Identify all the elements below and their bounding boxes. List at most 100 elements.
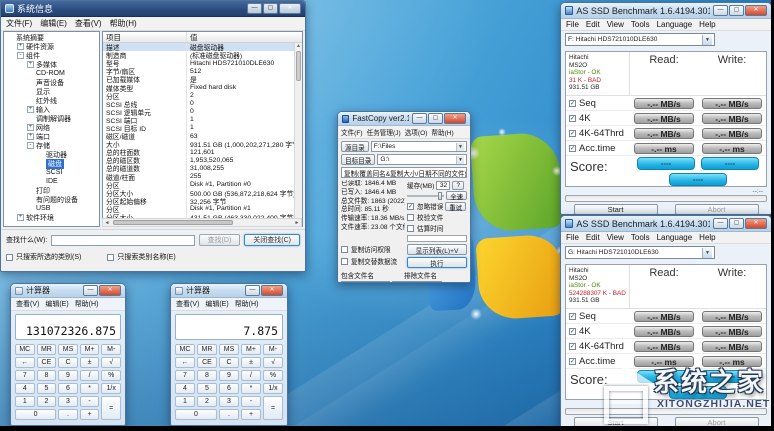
menu-item[interactable]: Language [657, 233, 693, 242]
calc-key[interactable]: MR [197, 344, 217, 355]
calc-key[interactable]: 4 [175, 383, 195, 394]
full-speed-button[interactable]: 全速 [446, 191, 467, 200]
calc-key[interactable]: - [80, 396, 100, 407]
scroll-right-arrow-icon[interactable]: ► [293, 220, 301, 226]
menu-item[interactable]: 文件(F) [341, 127, 363, 137]
menu-item[interactable]: Help [699, 233, 715, 242]
menu-item[interactable]: View [607, 233, 624, 242]
close-button[interactable]: ✕ [279, 3, 301, 14]
menu-item[interactable]: File [566, 233, 579, 242]
calc-key[interactable]: / [80, 370, 100, 381]
test-checkbox[interactable] [569, 100, 576, 107]
dest-path-combo[interactable]: G:\▼ [377, 154, 467, 165]
source-dir-button[interactable]: 源目录 [341, 141, 369, 152]
calc-key[interactable]: M+ [80, 344, 100, 355]
calc-key[interactable]: MR [37, 344, 57, 355]
calc-key[interactable]: ± [241, 357, 261, 368]
tree-toggle-icon[interactable]: + [27, 61, 34, 68]
dest-dir-button[interactable]: 目标目录 [341, 154, 375, 165]
title-bar[interactable]: AS SSD Benchmark 1.6.4194.30125 — ▢ ✕ [561, 3, 771, 19]
minimize-button[interactable]: — [412, 113, 427, 124]
menu-item[interactable]: 文件(F) [6, 18, 32, 29]
tree-item[interactable]: + 多媒体 [4, 60, 99, 69]
tree-toggle-icon[interactable]: + [17, 43, 24, 50]
menu-item[interactable]: 编辑(E) [40, 18, 67, 29]
calc-key[interactable]: √ [263, 357, 283, 368]
menu-item[interactable]: Edit [586, 20, 600, 29]
calc-key[interactable]: 7 [15, 370, 35, 381]
calc-key[interactable]: ← [15, 357, 35, 368]
test-checkbox[interactable] [569, 313, 576, 320]
scrollbar-thumb[interactable] [113, 220, 233, 225]
close-button[interactable]: ✕ [745, 5, 767, 16]
menu-item[interactable]: File [566, 20, 579, 29]
dropdown-arrow-icon[interactable]: ▼ [456, 156, 464, 164]
test-checkbox[interactable] [569, 358, 576, 365]
listing-button[interactable]: 显示列表(L)+V [407, 244, 467, 255]
title-bar[interactable]: FastCopy ver2.11 — ▢ ✕ [338, 112, 470, 126]
calc-key[interactable]: 5 [197, 383, 217, 394]
calc-key[interactable]: M- [263, 344, 283, 355]
menu-item[interactable]: View [607, 20, 624, 29]
calc-key[interactable]: 7 [175, 370, 195, 381]
calc-key[interactable]: 1 [175, 396, 195, 407]
title-bar[interactable]: 系统信息 — ▢ ✕ [1, 1, 305, 17]
drive-select-combo[interactable]: G: Hitachi HDS721010DLE630 ▼ [565, 246, 715, 259]
menu-item[interactable]: Language [657, 20, 693, 29]
dropdown-arrow-icon[interactable]: ▼ [702, 248, 712, 258]
title-bar[interactable]: AS SSD Benchmark 1.6.4194.30125 — ▢ ✕ [561, 216, 771, 232]
scrollbar-thumb[interactable] [296, 51, 301, 81]
execute-button[interactable]: 执行 [407, 257, 467, 268]
tree-item[interactable]: + 硬件资源 [4, 42, 99, 51]
calc-key[interactable]: 2 [37, 396, 57, 407]
tree-item[interactable]: SCSI [4, 168, 99, 177]
calc-key[interactable]: √ [101, 357, 121, 368]
filter-checkbox[interactable]: 筛选 [444, 282, 467, 284]
calc-key[interactable]: ← [175, 357, 195, 368]
ignore-errors-checkbox[interactable]: 忽略错误 [407, 201, 443, 211]
calc-key[interactable]: 6 [58, 383, 78, 394]
calc-key[interactable]: 3 [219, 396, 239, 407]
title-bar[interactable]: 计算器 — ✕ [11, 284, 125, 298]
calc-key[interactable]: 0 [15, 409, 56, 420]
calc-key[interactable]: ± [80, 357, 100, 368]
menu-item[interactable]: 帮助(H) [235, 299, 259, 309]
tree-item[interactable]: + 软件环境 [4, 213, 99, 222]
calc-key[interactable]: 2 [197, 396, 217, 407]
exclude-filter-combo[interactable]: ▼ [392, 281, 441, 283]
calc-key[interactable]: * [80, 383, 100, 394]
tree-item[interactable]: 红外线 [4, 96, 99, 105]
calc-key[interactable]: MS [58, 344, 78, 355]
dropdown-arrow-icon[interactable]: ▼ [431, 283, 439, 284]
tree-item[interactable]: 有问题的设备 [4, 195, 99, 204]
test-checkbox[interactable] [569, 343, 576, 350]
menu-item[interactable]: 帮助(H) [110, 18, 137, 29]
menu-item[interactable]: Tools [631, 233, 650, 242]
copy-acl-checkbox[interactable]: 复制访问权限 [341, 244, 405, 254]
calc-key[interactable]: 8 [197, 370, 217, 381]
calc-key[interactable]: - [241, 396, 261, 407]
calc-key[interactable]: + [241, 409, 261, 420]
calc-key[interactable]: + [80, 409, 100, 420]
tree-toggle-icon[interactable]: + [27, 124, 34, 131]
slider-thumb[interactable] [438, 192, 442, 200]
menu-item[interactable]: 任务管理(J) [367, 127, 401, 137]
menu-item[interactable]: 编辑(E) [45, 299, 68, 309]
tree-item[interactable]: 磁盘 [4, 159, 99, 168]
calc-key[interactable]: / [241, 370, 261, 381]
minimize-button[interactable]: — [83, 285, 98, 296]
buffer-size-field[interactable]: 32 [436, 181, 450, 190]
tree-item[interactable]: IDE [4, 177, 99, 186]
calc-key[interactable]: 1/x [263, 383, 283, 394]
calc-key[interactable]: = [263, 396, 283, 420]
horizontal-scrollbar[interactable]: ◄ ► [102, 218, 302, 227]
test-checkbox[interactable] [569, 145, 576, 152]
close-button[interactable]: ✕ [745, 218, 767, 229]
menu-item[interactable]: 查看(V) [16, 299, 39, 309]
estimate-checkbox[interactable]: 估算时间 [407, 223, 467, 233]
menu-item[interactable]: Tools [631, 20, 650, 29]
vertical-scrollbar[interactable]: ▲ [294, 43, 302, 226]
menu-item[interactable]: 编辑(E) [205, 299, 228, 309]
tree-toggle-icon[interactable]: - [17, 52, 24, 59]
calc-key[interactable]: 1 [15, 396, 35, 407]
